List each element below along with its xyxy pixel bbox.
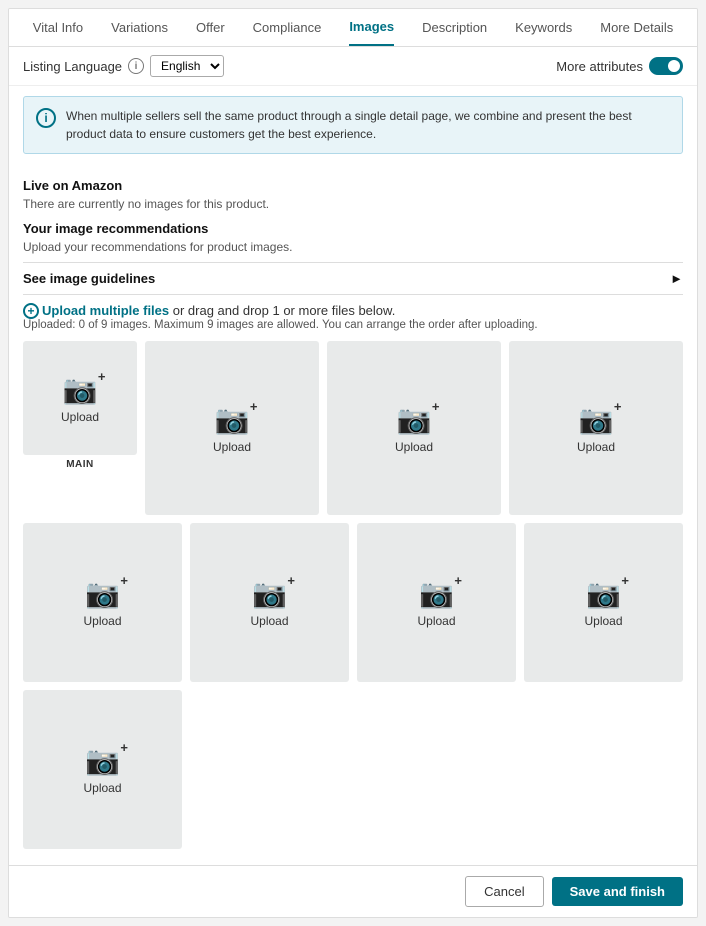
save-and-finish-button[interactable]: Save and finish [552, 877, 683, 906]
info-banner-text: When multiple sellers sell the same prod… [66, 107, 670, 143]
camera-plus-6: + [287, 573, 295, 588]
image-row-3: 📷+ Upload [23, 690, 683, 849]
upload-slot-6[interactable]: 📷+ Upload [190, 523, 349, 682]
camera-plus-9: + [120, 740, 128, 755]
upload-slot-2[interactable]: 📷+ Upload [145, 341, 319, 515]
info-banner-icon: i [36, 108, 56, 128]
camera-plus-8: + [621, 573, 629, 588]
listing-language-info-icon[interactable]: i [128, 58, 144, 74]
camera-icon-8: 📷+ [586, 577, 621, 610]
upload-slot-4[interactable]: 📷+ Upload [509, 341, 683, 515]
chevron-right-icon: ► [670, 271, 683, 286]
upload-label-1: Upload [61, 410, 99, 424]
upload-box-1: 📷+ Upload MAIN [23, 341, 137, 515]
recommendations-title: Your image recommendations [23, 221, 683, 236]
main-label: MAIN [23, 459, 137, 470]
upload-slot-1[interactable]: 📷+ Upload [23, 341, 137, 455]
upload-label-7: Upload [417, 614, 455, 628]
camera-icon-5: 📷+ [85, 577, 120, 610]
camera-icon-1: 📷+ [63, 373, 98, 406]
upload-info-text: Uploaded: 0 of 9 images. Maximum 9 image… [23, 319, 683, 331]
content-area: Live on Amazon There are currently no im… [9, 164, 697, 865]
toolbar: Listing Language i English More attribut… [9, 47, 697, 86]
listing-language-group: Listing Language i English [23, 55, 224, 77]
nav-offer[interactable]: Offer [196, 20, 225, 45]
camera-plus-2: + [250, 399, 258, 414]
drag-drop-text: or drag and drop 1 or more files below. [169, 303, 395, 318]
image-grid-row-3: 📷+ Upload [23, 690, 683, 849]
language-select[interactable]: English [150, 55, 224, 77]
camera-icon-6: 📷+ [252, 577, 287, 610]
nav-variations[interactable]: Variations [111, 20, 168, 45]
camera-icon-7: 📷+ [419, 577, 454, 610]
upload-label-5: Upload [83, 614, 121, 628]
more-attributes-label: More attributes [556, 59, 643, 74]
upload-multiple-row: +Upload multiple files or drag and drop … [23, 303, 683, 319]
see-guidelines-row[interactable]: See image guidelines ► [23, 262, 683, 295]
upload-slot-5[interactable]: 📷+ Upload [23, 523, 182, 682]
more-attributes-group: More attributes [556, 57, 683, 75]
image-grid-row-1: 📷+ Upload MAIN 📷+ Upload 📷+ [23, 341, 683, 515]
upload-label-9: Upload [83, 781, 121, 795]
image-grid-row-2: 📷+ Upload 📷+ Upload 📷+ Upload [23, 523, 683, 682]
upload-multiple-link[interactable]: Upload multiple files [42, 303, 169, 318]
upload-slot-9[interactable]: 📷+ Upload [23, 690, 182, 849]
upload-slot-8[interactable]: 📷+ Upload [524, 523, 683, 682]
info-banner: i When multiple sellers sell the same pr… [23, 96, 683, 154]
live-on-amazon-desc: There are currently no images for this p… [23, 197, 683, 211]
nav-description[interactable]: Description [422, 20, 487, 45]
camera-plus-7: + [454, 573, 462, 588]
image-row-1: 📷+ Upload MAIN 📷+ Upload 📷+ [23, 341, 683, 515]
see-guidelines-label: See image guidelines [23, 271, 155, 286]
upload-slot-7[interactable]: 📷+ Upload [357, 523, 516, 682]
upload-label-2: Upload [213, 440, 251, 454]
upload-controls: +Upload multiple files or drag and drop … [23, 303, 683, 331]
camera-icon-4: 📷+ [579, 403, 614, 436]
nav-vital-info[interactable]: Vital Info [33, 20, 83, 45]
top-navigation: Vital Info Variations Offer Compliance I… [9, 9, 697, 47]
recommendations-desc: Upload your recommendations for product … [23, 240, 683, 254]
camera-icon-2: 📷+ [215, 403, 250, 436]
camera-plus-3: + [432, 399, 440, 414]
nav-keywords[interactable]: Keywords [515, 20, 572, 45]
footer: Cancel Save and finish [9, 865, 697, 917]
upload-label-3: Upload [395, 440, 433, 454]
camera-icon-3: 📷+ [397, 403, 432, 436]
camera-icon-9: 📷+ [85, 744, 120, 777]
nav-images[interactable]: Images [349, 19, 394, 46]
upload-label-8: Upload [584, 614, 622, 628]
more-attributes-toggle[interactable] [649, 57, 683, 75]
nav-compliance[interactable]: Compliance [253, 20, 322, 45]
upload-circle-icon: + [23, 303, 39, 319]
camera-plus-1: + [98, 369, 106, 384]
listing-language-label: Listing Language [23, 59, 122, 74]
upload-label-6: Upload [250, 614, 288, 628]
camera-plus-4: + [614, 399, 622, 414]
camera-plus-5: + [120, 573, 128, 588]
live-on-amazon-title: Live on Amazon [23, 178, 683, 193]
nav-more-details[interactable]: More Details [600, 20, 673, 45]
cancel-button[interactable]: Cancel [465, 876, 543, 907]
image-row-2: 📷+ Upload 📷+ Upload 📷+ Upload [23, 523, 683, 682]
upload-slot-3[interactable]: 📷+ Upload [327, 341, 501, 515]
upload-label-4: Upload [577, 440, 615, 454]
